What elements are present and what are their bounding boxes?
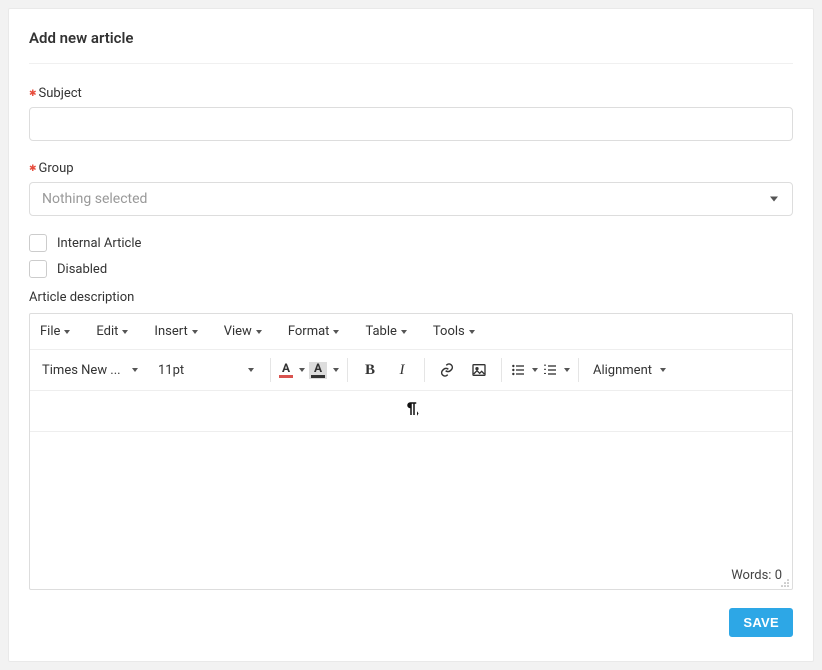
link-icon	[439, 362, 455, 378]
group-label: ✱Group	[29, 161, 793, 176]
menu-view[interactable]: View	[220, 322, 266, 341]
chevron-down-icon	[333, 330, 339, 334]
chevron-down-icon	[299, 368, 305, 372]
link-button[interactable]	[433, 356, 461, 384]
rich-text-editor: File Edit Insert View Format Table Tools…	[29, 313, 793, 590]
menu-file[interactable]: File	[36, 322, 74, 341]
menu-edit[interactable]: Edit	[92, 322, 132, 341]
pilcrow-icon	[402, 400, 420, 418]
italic-button[interactable]: I	[388, 356, 416, 384]
chevron-down-icon	[564, 368, 570, 372]
editor-toolbar: Times New ... 11pt A A B I	[30, 350, 792, 391]
chevron-down-icon	[532, 368, 538, 372]
description-label: Article description	[29, 290, 793, 305]
image-icon	[471, 362, 487, 378]
menu-format[interactable]: Format	[284, 322, 344, 341]
chevron-down-icon	[122, 330, 128, 334]
bullet-list-button[interactable]	[510, 362, 538, 378]
article-form-card: Add new article ✱Subject ✱Group Nothing …	[8, 8, 814, 662]
editor-toolbar-row-2	[30, 391, 792, 432]
group-select[interactable]: Nothing selected	[29, 182, 793, 216]
paragraph-direction-button[interactable]	[38, 395, 784, 423]
chevron-down-icon	[770, 197, 778, 202]
background-color-button[interactable]: A	[309, 362, 339, 379]
form-actions: SAVE	[29, 608, 793, 637]
toolbar-divider	[424, 358, 425, 382]
subject-input[interactable]	[29, 107, 793, 141]
menu-insert[interactable]: Insert	[150, 322, 201, 341]
chevron-down-icon	[132, 368, 138, 372]
numbered-list-button[interactable]	[542, 362, 570, 378]
font-size-select[interactable]: 11pt	[150, 356, 262, 384]
page-title: Add new article	[29, 29, 793, 47]
chevron-down-icon	[256, 330, 262, 334]
disabled-checkbox[interactable]: Disabled	[29, 260, 793, 278]
text-color-button[interactable]: A	[279, 363, 305, 378]
save-button[interactable]: SAVE	[729, 608, 793, 637]
checkbox-icon	[29, 260, 47, 278]
numbered-list-icon	[542, 362, 558, 378]
chevron-down-icon	[660, 368, 666, 372]
checkbox-icon	[29, 234, 47, 252]
subject-label: ✱Subject	[29, 86, 793, 101]
resize-handle-icon[interactable]	[780, 577, 790, 587]
menu-table[interactable]: Table	[361, 322, 410, 341]
image-button[interactable]	[465, 356, 493, 384]
internal-label: Internal Article	[57, 236, 141, 251]
alignment-select[interactable]: Alignment	[587, 356, 672, 384]
divider	[29, 63, 793, 64]
toolbar-divider	[578, 358, 579, 382]
bold-button[interactable]: B	[356, 356, 384, 384]
word-count: Words: 0	[731, 568, 782, 583]
chevron-down-icon	[64, 330, 70, 334]
toolbar-divider	[347, 358, 348, 382]
editor-footer: Words: 0	[30, 562, 792, 589]
editor-menubar: File Edit Insert View Format Table Tools	[30, 314, 792, 350]
chevron-down-icon	[192, 330, 198, 334]
group-placeholder: Nothing selected	[42, 191, 147, 207]
editor-content[interactable]	[30, 432, 792, 562]
font-family-select[interactable]: Times New ...	[34, 356, 146, 384]
chevron-down-icon	[469, 330, 475, 334]
internal-article-checkbox[interactable]: Internal Article	[29, 234, 793, 252]
toolbar-divider	[270, 358, 271, 382]
chevron-down-icon	[401, 330, 407, 334]
bullet-list-icon	[510, 362, 526, 378]
chevron-down-icon	[333, 368, 339, 372]
disabled-label: Disabled	[57, 262, 107, 277]
toolbar-divider	[501, 358, 502, 382]
chevron-down-icon	[248, 368, 254, 372]
menu-tools[interactable]: Tools	[429, 322, 479, 341]
